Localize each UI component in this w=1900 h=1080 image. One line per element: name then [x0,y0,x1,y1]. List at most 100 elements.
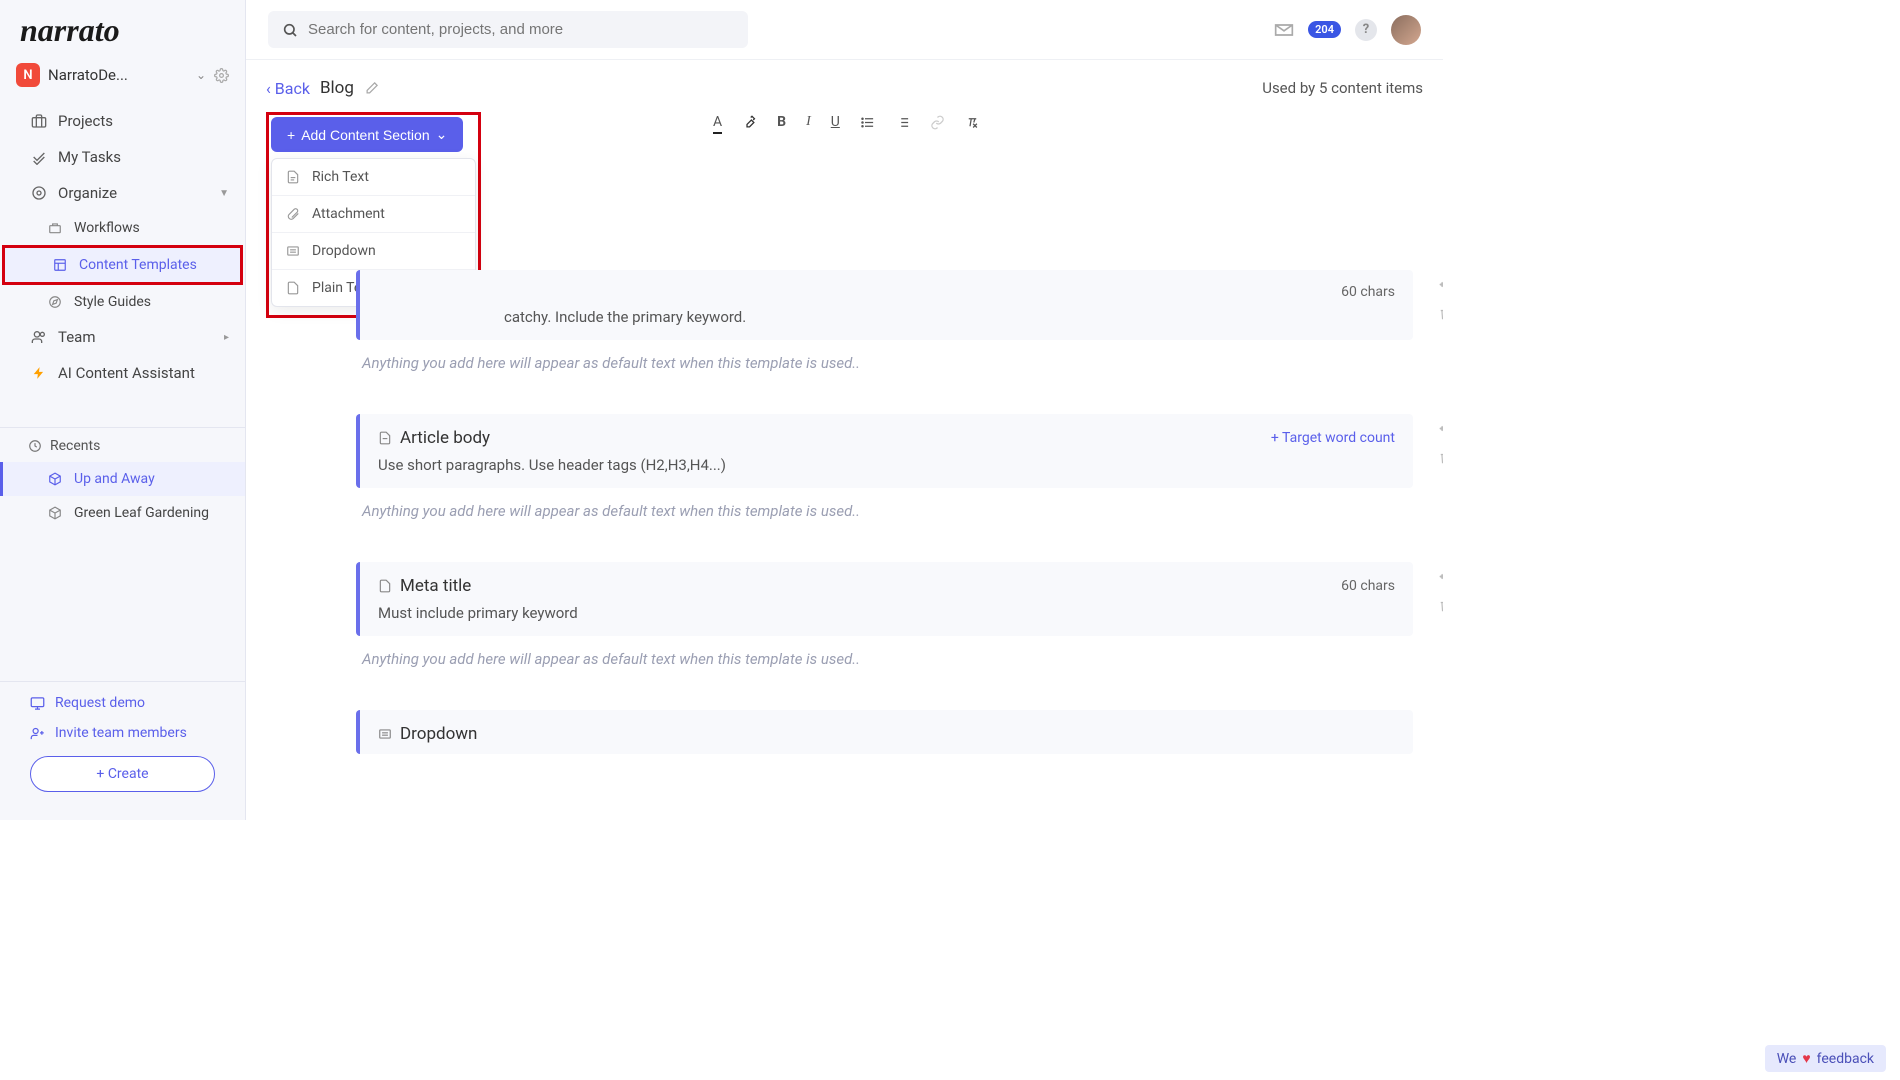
chevron-left-icon: ‹ [266,79,271,98]
dd-attachment[interactable]: Attachment [272,196,475,233]
briefcase-icon [30,113,48,129]
section-description[interactable]: Must include primary keyword [378,604,1395,622]
dd-label: Attachment [312,206,385,222]
font-color-button[interactable]: A [713,114,722,134]
workspace-switcher[interactable]: N NarratoDe... ⌄ [0,53,245,103]
section-title-label[interactable]: Article body [400,428,490,448]
edit-icon[interactable] [364,80,379,96]
nav-label: Team [58,328,96,346]
feedback-prefix: We [1777,1051,1797,1067]
section-placeholder[interactable]: Anything you add here will appear as def… [356,340,1413,372]
gear-icon[interactable] [214,67,229,83]
back-link[interactable]: ‹ Back [266,79,310,98]
nav-my-tasks[interactable]: My Tasks [0,139,245,175]
underline-button[interactable]: U [831,114,840,134]
request-demo-link[interactable]: Request demo [0,688,245,718]
section-dropdown: Dropdown [356,710,1413,754]
nav-content-templates[interactable]: Content Templates [5,248,240,282]
highlight-content-templates: Content Templates [2,245,243,285]
nav-label: Organize [58,184,117,202]
move-icon[interactable]: ✥ [1439,420,1443,438]
search-box[interactable] [268,11,748,48]
topbar: 204 ? [246,0,1443,60]
move-icon[interactable]: ✥ [1439,276,1443,294]
sidebar-bottom: Request demo Invite team members + Creat… [0,681,245,820]
section-actions: ✥ [1439,420,1443,466]
add-content-section-button[interactable]: + Add Content Section ⌄ [271,117,463,152]
chevron-down-icon: ⌄ [436,126,448,143]
nav-projects[interactable]: Projects [0,103,245,139]
help-icon[interactable]: ? [1355,19,1377,41]
section-description[interactable]: Use short paragraphs. Use header tags (H… [378,456,1395,474]
trash-icon[interactable] [1439,304,1443,322]
cube-icon [46,471,64,487]
nav-label: Workflows [74,220,140,236]
envelope-icon[interactable] [1274,19,1294,40]
bullet-list-button[interactable] [860,114,875,134]
trash-icon[interactable] [1439,596,1443,614]
section-placeholder[interactable]: Anything you add here will appear as def… [356,636,1413,668]
recents-header: Recents [0,428,245,462]
highlight-button[interactable] [742,114,757,134]
nav-workflows[interactable]: Workflows [0,211,245,245]
settings-icon [30,185,48,201]
link-button[interactable] [930,114,945,134]
sidebar: narrato N NarratoDe... ⌄ Projects My Tas… [0,0,246,820]
recent-item-1[interactable]: Green Leaf Gardening [0,496,245,530]
button-label: Add Content Section [301,127,429,143]
paperclip-icon [286,206,302,222]
char-count: 60 chars [1341,284,1395,300]
page-title: Blog [320,78,354,98]
section-description[interactable]: catchy. Include the primary keyword. [378,308,1395,326]
nav-team[interactable]: Team ▸ [0,319,245,355]
dd-rich-text[interactable]: Rich Text [272,159,475,196]
sidebar-nav: Projects My Tasks Organize ▼ Workflows [0,103,245,681]
dd-label: Dropdown [312,243,376,259]
invite-team-link[interactable]: Invite team members [0,718,245,748]
char-count: 60 chars [1341,578,1395,594]
nav-ai-assistant[interactable]: AI Content Assistant [0,355,245,391]
bold-button[interactable]: B [777,114,786,134]
chevron-right-icon: ▸ [224,332,229,343]
check-icon [30,149,48,165]
section-actions: ✥ [1439,568,1443,614]
create-button[interactable]: + Create [30,756,215,792]
trash-icon[interactable] [1439,448,1443,466]
section-title-label[interactable]: Dropdown [400,724,477,744]
recent-item-0[interactable]: Up and Away [0,462,245,496]
feedback-chip[interactable]: We ♥ feedback [1765,1045,1886,1072]
plus-icon: + [287,127,295,143]
nav-organize[interactable]: Organize ▼ [0,175,245,211]
section-placeholder[interactable]: Anything you add here will appear as def… [356,488,1413,520]
dd-dropdown[interactable]: Dropdown [272,233,475,270]
recent-label: Green Leaf Gardening [74,505,209,521]
list-icon [378,727,392,742]
document-icon [378,579,392,594]
nav-style-guides[interactable]: Style Guides [0,285,245,319]
toolbox-icon [46,220,64,236]
search-input[interactable] [308,21,734,38]
italic-button[interactable]: I [806,114,811,134]
avatar[interactable] [1391,15,1421,45]
compass-icon [46,294,64,310]
section-article-body: Article body + Target word count Use sho… [356,414,1413,520]
move-icon[interactable]: ✥ [1439,568,1443,586]
notification-badge[interactable]: 204 [1308,21,1341,38]
team-icon [30,329,48,345]
clear-format-button[interactable] [965,114,980,134]
dd-label: Rich Text [312,169,369,185]
workspace-name: NarratoDe... [48,66,188,84]
recents-label: Recents [50,438,100,454]
target-word-count-button[interactable]: + Target word count [1271,430,1395,446]
list-icon [286,243,302,259]
section-title-label[interactable]: Meta title [400,576,471,596]
monitor-icon [30,695,45,711]
link-label: Request demo [55,695,145,711]
template-icon [51,257,69,273]
section-title: 60 chars catchy. Include the primary key… [356,270,1413,372]
brand-logo: narrato [0,0,245,53]
document-icon [286,169,302,185]
clock-icon [28,438,42,454]
numbered-list-button[interactable] [895,114,910,134]
chevron-down-icon[interactable]: ⌄ [196,68,206,82]
